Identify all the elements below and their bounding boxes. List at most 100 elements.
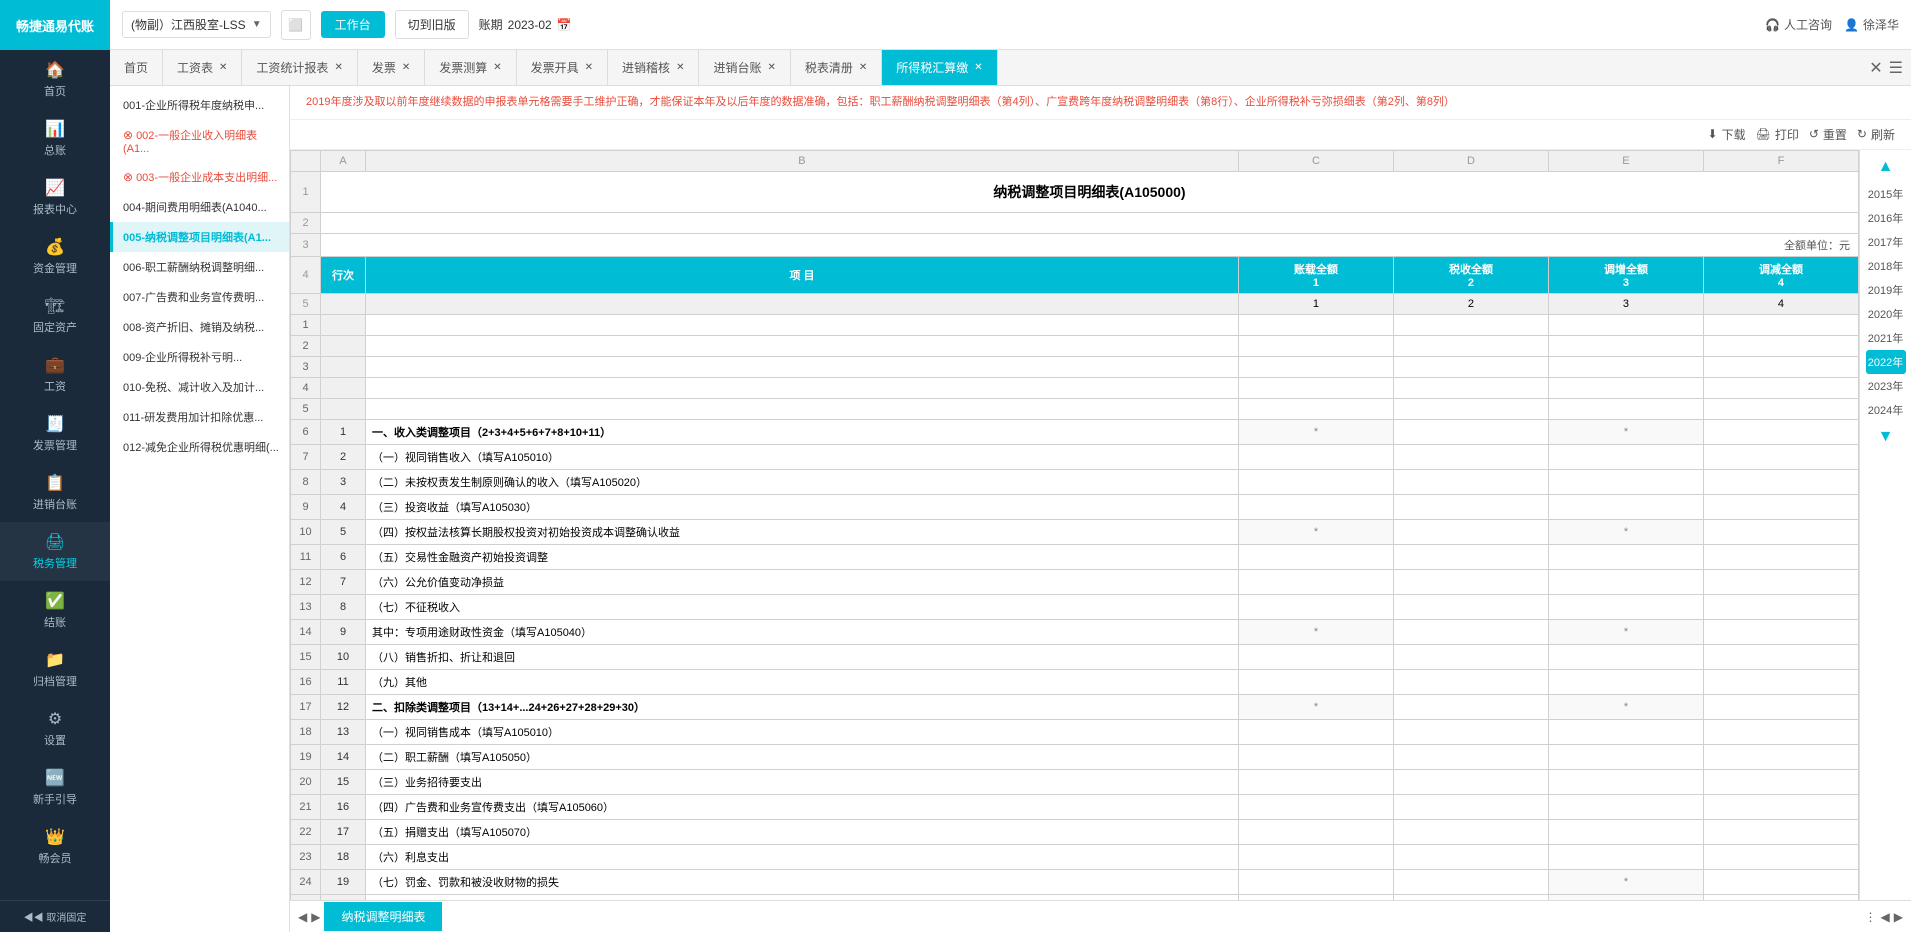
sidebar-item-archive[interactable]: 📁归档管理	[0, 640, 110, 699]
sidebar-item-settings[interactable]: ⚙设置	[0, 699, 110, 758]
cell-23-4[interactable]	[1703, 844, 1858, 869]
user-menu[interactable]: 👤 徐泽华	[1844, 16, 1899, 33]
cell-12-3[interactable]	[1548, 569, 1703, 594]
cell-3-4[interactable]	[1703, 356, 1858, 377]
cell-24-3[interactable]: *	[1548, 869, 1703, 894]
cell-2-3[interactable]	[1548, 335, 1703, 356]
cell-12-1[interactable]	[1238, 569, 1393, 594]
cell-7-4[interactable]	[1703, 444, 1858, 469]
cell-14-2[interactable]	[1393, 619, 1548, 644]
tab-close-invoice[interactable]: ✕	[402, 62, 410, 73]
sidebar-item-vip[interactable]: 👑畅会员	[0, 817, 110, 876]
cell-17-1[interactable]: *	[1238, 694, 1393, 719]
left-menu-item-011[interactable]: 011-研发费用加计扣除优惠...	[110, 402, 289, 432]
cell-13-2[interactable]	[1393, 594, 1548, 619]
cell-25-4[interactable]	[1703, 894, 1858, 900]
cell-16-3[interactable]	[1548, 669, 1703, 694]
year-btn-2021年[interactable]: 2021年	[1866, 326, 1906, 350]
year-btn-2022年[interactable]: 2022年	[1866, 350, 1906, 374]
cell-17-3[interactable]: *	[1548, 694, 1703, 719]
cell-4-4[interactable]	[1703, 377, 1858, 398]
sheet-tab-active[interactable]: 纳税调整明细表	[324, 902, 442, 931]
cell-1-4[interactable]	[1703, 314, 1858, 335]
sidebar-item-new-guide[interactable]: 🆕新手引导	[0, 758, 110, 817]
cell-22-2[interactable]	[1393, 819, 1548, 844]
cell-6-4[interactable]	[1703, 419, 1858, 444]
cell-4-3[interactable]	[1548, 377, 1703, 398]
year-up-icon[interactable]: ▲	[1874, 154, 1898, 180]
cell-19-4[interactable]	[1703, 744, 1858, 769]
sidebar-item-tax-mgmt[interactable]: 🖨税务管理	[0, 522, 110, 581]
cell-4-1[interactable]	[1238, 377, 1393, 398]
year-btn-2019年[interactable]: 2019年	[1866, 278, 1906, 302]
sidebar-item-fixed-assets[interactable]: 🏗固定资产	[0, 286, 110, 345]
cell-21-1[interactable]	[1238, 794, 1393, 819]
cell-20-1[interactable]	[1238, 769, 1393, 794]
cell-9-4[interactable]	[1703, 494, 1858, 519]
cell-13-3[interactable]	[1548, 594, 1703, 619]
cell-6-1[interactable]: *	[1238, 419, 1393, 444]
year-btn-2023年[interactable]: 2023年	[1866, 374, 1906, 398]
year-btn-2020年[interactable]: 2020年	[1866, 302, 1906, 326]
unfix-sidebar[interactable]: ◀◀ 取消固定	[0, 900, 110, 932]
cell-8-1[interactable]	[1238, 469, 1393, 494]
tab-close-invoice-open[interactable]: ✕	[585, 62, 593, 73]
reset-button[interactable]: ↺ 重置	[1809, 126, 1847, 143]
tab-tax-clear[interactable]: 税表清册✕	[791, 50, 882, 86]
workspace-button[interactable]: 工作台	[321, 11, 385, 38]
cell-18-4[interactable]	[1703, 719, 1858, 744]
cell-11-2[interactable]	[1393, 544, 1548, 569]
cell-14-4[interactable]	[1703, 619, 1858, 644]
service-button[interactable]: 🎧 人工咨询	[1765, 16, 1832, 33]
cell-22-4[interactable]	[1703, 819, 1858, 844]
cell-20-3[interactable]	[1548, 769, 1703, 794]
cell-9-3[interactable]	[1548, 494, 1703, 519]
tab-invoice[interactable]: 发票✕	[358, 50, 425, 86]
sidebar-item-payroll[interactable]: 💼工资	[0, 345, 110, 404]
cell-9-2[interactable]	[1393, 494, 1548, 519]
cell-21-4[interactable]	[1703, 794, 1858, 819]
cell-15-3[interactable]	[1548, 644, 1703, 669]
cell-25-2[interactable]	[1393, 894, 1548, 900]
sheet-right-nav[interactable]: ▶	[311, 910, 320, 924]
left-menu-item-010[interactable]: 010-免税、减计收入及加计...	[110, 372, 289, 402]
cell-10-4[interactable]	[1703, 519, 1858, 544]
tab-close-payroll-report[interactable]: ✕	[334, 62, 342, 73]
left-menu-item-009[interactable]: 009-企业所得税补亏明...	[110, 342, 289, 372]
cell-18-1[interactable]	[1238, 719, 1393, 744]
cell-1-1[interactable]	[1238, 314, 1393, 335]
cell-23-3[interactable]	[1548, 844, 1703, 869]
download-button[interactable]: ⬇ 下载	[1708, 126, 1746, 143]
cell-20-2[interactable]	[1393, 769, 1548, 794]
cell-4-2[interactable]	[1393, 377, 1548, 398]
cell-17-4[interactable]	[1703, 694, 1858, 719]
cell-25-1[interactable]	[1238, 894, 1393, 900]
cell-8-3[interactable]	[1548, 469, 1703, 494]
cell-5-1[interactable]	[1238, 398, 1393, 419]
refresh-button[interactable]: ↻ 刷新	[1857, 126, 1895, 143]
cell-12-2[interactable]	[1393, 569, 1548, 594]
tab-home[interactable]: 首页	[110, 50, 163, 86]
cell-11-4[interactable]	[1703, 544, 1858, 569]
cell-24-4[interactable]	[1703, 869, 1858, 894]
cell-22-1[interactable]	[1238, 819, 1393, 844]
cell-18-3[interactable]	[1548, 719, 1703, 744]
cell-5-3[interactable]	[1548, 398, 1703, 419]
cell-18-2[interactable]	[1393, 719, 1548, 744]
year-btn-2018年[interactable]: 2018年	[1866, 254, 1906, 278]
cell-10-1[interactable]: *	[1238, 519, 1393, 544]
calendar-icon[interactable]: 📅	[557, 18, 572, 32]
cell-16-4[interactable]	[1703, 669, 1858, 694]
left-menu-item-012[interactable]: 012-减免企业所得税优惠明细(...	[110, 432, 289, 462]
tab-payroll[interactable]: 工资表✕	[163, 50, 242, 86]
company-selector[interactable]: (物副）江西股室-LSS ▼	[122, 11, 271, 38]
left-menu-item-004[interactable]: 004-期间费用明细表(A1040...	[110, 192, 289, 222]
switch-old-button[interactable]: 切到旧版	[395, 10, 469, 39]
print-button[interactable]: 🖨 打印	[1756, 126, 1799, 143]
cell-25-3[interactable]: *	[1548, 894, 1703, 900]
cell-1-3[interactable]	[1548, 314, 1703, 335]
tab-close-invoice-calc[interactable]: ✕	[493, 62, 501, 73]
left-menu-item-002[interactable]: ⊗002-一般企业收入明细表(A1...	[110, 120, 289, 162]
cell-6-3[interactable]: *	[1548, 419, 1703, 444]
year-btn-2024年[interactable]: 2024年	[1866, 398, 1906, 422]
